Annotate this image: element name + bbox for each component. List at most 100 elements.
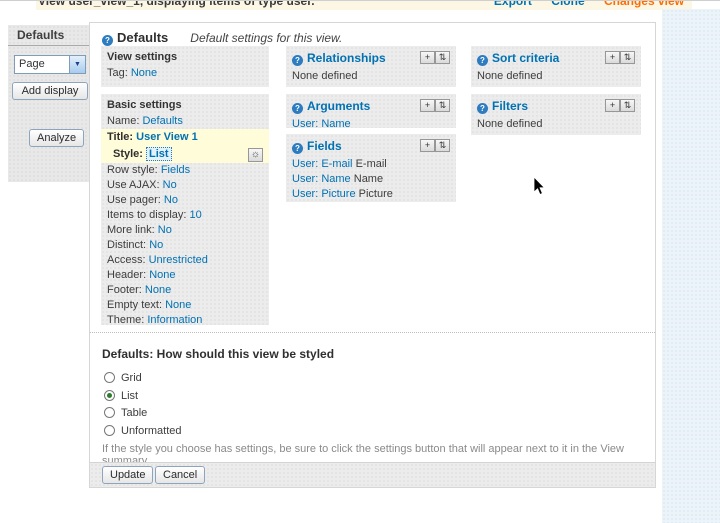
chevron-down-icon: ▼ (69, 56, 85, 73)
radio-grid-label: Grid (121, 372, 142, 384)
view-title: View user_view_1, displaying items of ty… (38, 1, 315, 8)
sort-criteria-title-link[interactable]: Sort criteria (492, 51, 559, 65)
cancel-button[interactable]: Cancel (155, 466, 205, 484)
relationships-title-link[interactable]: Relationships (307, 51, 386, 65)
filters-title-link[interactable]: Filters (492, 99, 528, 113)
arguments-title-link[interactable]: Arguments (307, 99, 370, 113)
add-icon[interactable]: + (605, 51, 620, 64)
display-controls: Page ▼ Add display Analyze (8, 46, 92, 182)
export-link[interactable]: Export (494, 1, 532, 8)
fields-box: ? Fields +⇅ User: E-mail E-mail User: Nam… (286, 134, 456, 202)
setting-row: Items to display: 10 (107, 208, 263, 223)
panel-header: ? Defaults Default settings for this view. (102, 30, 342, 46)
sort-criteria-box: ? Sort criteria +⇅ None defined (471, 46, 641, 87)
relationships-box: ? Relationships +⇅ None defined (286, 46, 456, 87)
setting-row-name: Name: Defaults (107, 114, 263, 129)
field-item-link[interactable]: User: Picture (292, 188, 356, 200)
field-item-link[interactable]: User: Name (292, 173, 351, 185)
tag-value-link[interactable]: None (131, 67, 157, 79)
radio-list[interactable]: List (104, 390, 138, 404)
view-header-links: Export Clone Changes view (478, 1, 684, 8)
radio-button[interactable] (104, 407, 115, 418)
filters-empty: None defined (477, 117, 635, 132)
clone-link[interactable]: Clone (551, 1, 584, 8)
help-icon[interactable]: ? (292, 55, 303, 66)
setting-value-link[interactable]: User View 1 (136, 131, 198, 143)
view-settings-title: View settings (107, 51, 263, 63)
setting-row-style: Style: List ☼ (101, 146, 269, 163)
radio-button-selected[interactable] (104, 390, 115, 401)
setting-row: Distinct: No (107, 238, 263, 253)
radio-unformatted[interactable]: Unformatted (104, 425, 182, 439)
add-display-button[interactable]: Add display (12, 82, 88, 100)
field-item: User: E-mail E-mail (292, 157, 450, 172)
rearrange-icon[interactable]: ⇅ (620, 51, 635, 64)
rearrange-icon[interactable]: ⇅ (435, 51, 450, 64)
help-icon[interactable]: ? (477, 103, 488, 114)
setting-row: Footer: None (107, 283, 263, 298)
filters-box: ? Filters +⇅ None defined (471, 94, 641, 135)
radio-button[interactable] (104, 372, 115, 383)
update-button[interactable]: Update (102, 466, 153, 484)
help-icon[interactable]: ? (102, 35, 113, 46)
analyze-button[interactable]: Analyze (29, 129, 84, 147)
display-type-select[interactable]: Page ▼ (14, 55, 86, 74)
changes-view-link[interactable]: Changes view (604, 1, 684, 8)
help-icon[interactable]: ? (292, 103, 303, 114)
divider (90, 332, 655, 333)
add-icon[interactable]: + (605, 99, 620, 112)
field-item: User: Name Name (292, 172, 450, 187)
setting-row: Theme: Information (107, 313, 263, 328)
arguments-box: ? Arguments +⇅ User: Name (286, 94, 456, 128)
basic-settings-title: Basic settings (107, 99, 263, 111)
setting-value-link[interactable]: No (158, 224, 172, 236)
setting-row: Use pager: No (107, 193, 263, 208)
sort-criteria-empty: None defined (477, 69, 635, 84)
page-title: Defaults (117, 30, 168, 45)
field-item-link[interactable]: User: E-mail (292, 158, 353, 170)
setting-row: Access: Unrestricted (107, 253, 263, 268)
setting-value-link[interactable]: 10 (190, 209, 202, 221)
setting-value-link[interactable]: Information (147, 314, 202, 326)
argument-item-link[interactable]: User: Name (292, 118, 351, 130)
fields-title-link[interactable]: Fields (307, 139, 342, 153)
basic-settings-box: Basic settings Name: Defaults Title: Use… (101, 94, 269, 325)
radio-grid[interactable]: Grid (104, 372, 142, 386)
view-header-strip: View user_view_1, displaying items of ty… (36, 1, 692, 10)
setting-value-link[interactable]: None (149, 269, 175, 281)
page-subtitle: Default settings for this view. (190, 31, 342, 45)
style-form-heading: Defaults: How should this view be styled (102, 347, 334, 361)
setting-value-link[interactable]: Unrestricted (149, 254, 208, 266)
views-edit-panel: ? Defaults Default settings for this view.… (89, 22, 656, 488)
setting-value-link[interactable]: No (149, 239, 163, 251)
setting-value-link[interactable]: None (165, 299, 191, 311)
style-value-link[interactable]: List (146, 147, 172, 161)
help-icon[interactable]: ? (292, 143, 303, 154)
setting-value-link[interactable]: No (163, 179, 177, 191)
setting-row: Header: None (107, 268, 263, 283)
radio-table-label: Table (121, 407, 147, 419)
field-item: User: Picture Picture (292, 187, 450, 202)
rearrange-icon[interactable]: ⇅ (435, 99, 450, 112)
add-icon[interactable]: + (420, 99, 435, 112)
add-icon[interactable]: + (420, 139, 435, 152)
add-icon[interactable]: + (420, 51, 435, 64)
setting-row: More link: No (107, 223, 263, 238)
setting-value-link[interactable]: No (164, 194, 178, 206)
setting-value-link[interactable]: Fields (161, 164, 190, 176)
radio-button[interactable] (104, 425, 115, 436)
setting-row-title: Title: User View 1 (101, 129, 269, 146)
tab-defaults[interactable]: Defaults (8, 25, 92, 46)
radio-list-label: List (121, 390, 138, 402)
setting-value-link[interactable]: Defaults (142, 115, 182, 127)
style-settings-gear-icon[interactable]: ☼ (248, 148, 263, 162)
form-actions: Update Cancel (90, 462, 655, 487)
relationships-empty: None defined (292, 69, 450, 84)
top-bar: View user_view_1, displaying items of ty… (0, 0, 720, 9)
view-settings-box: View settings Tag: None (101, 46, 269, 87)
setting-value-link[interactable]: None (145, 284, 171, 296)
rearrange-icon[interactable]: ⇅ (435, 139, 450, 152)
radio-table[interactable]: Table (104, 407, 147, 421)
rearrange-icon[interactable]: ⇅ (620, 99, 635, 112)
help-icon[interactable]: ? (477, 55, 488, 66)
